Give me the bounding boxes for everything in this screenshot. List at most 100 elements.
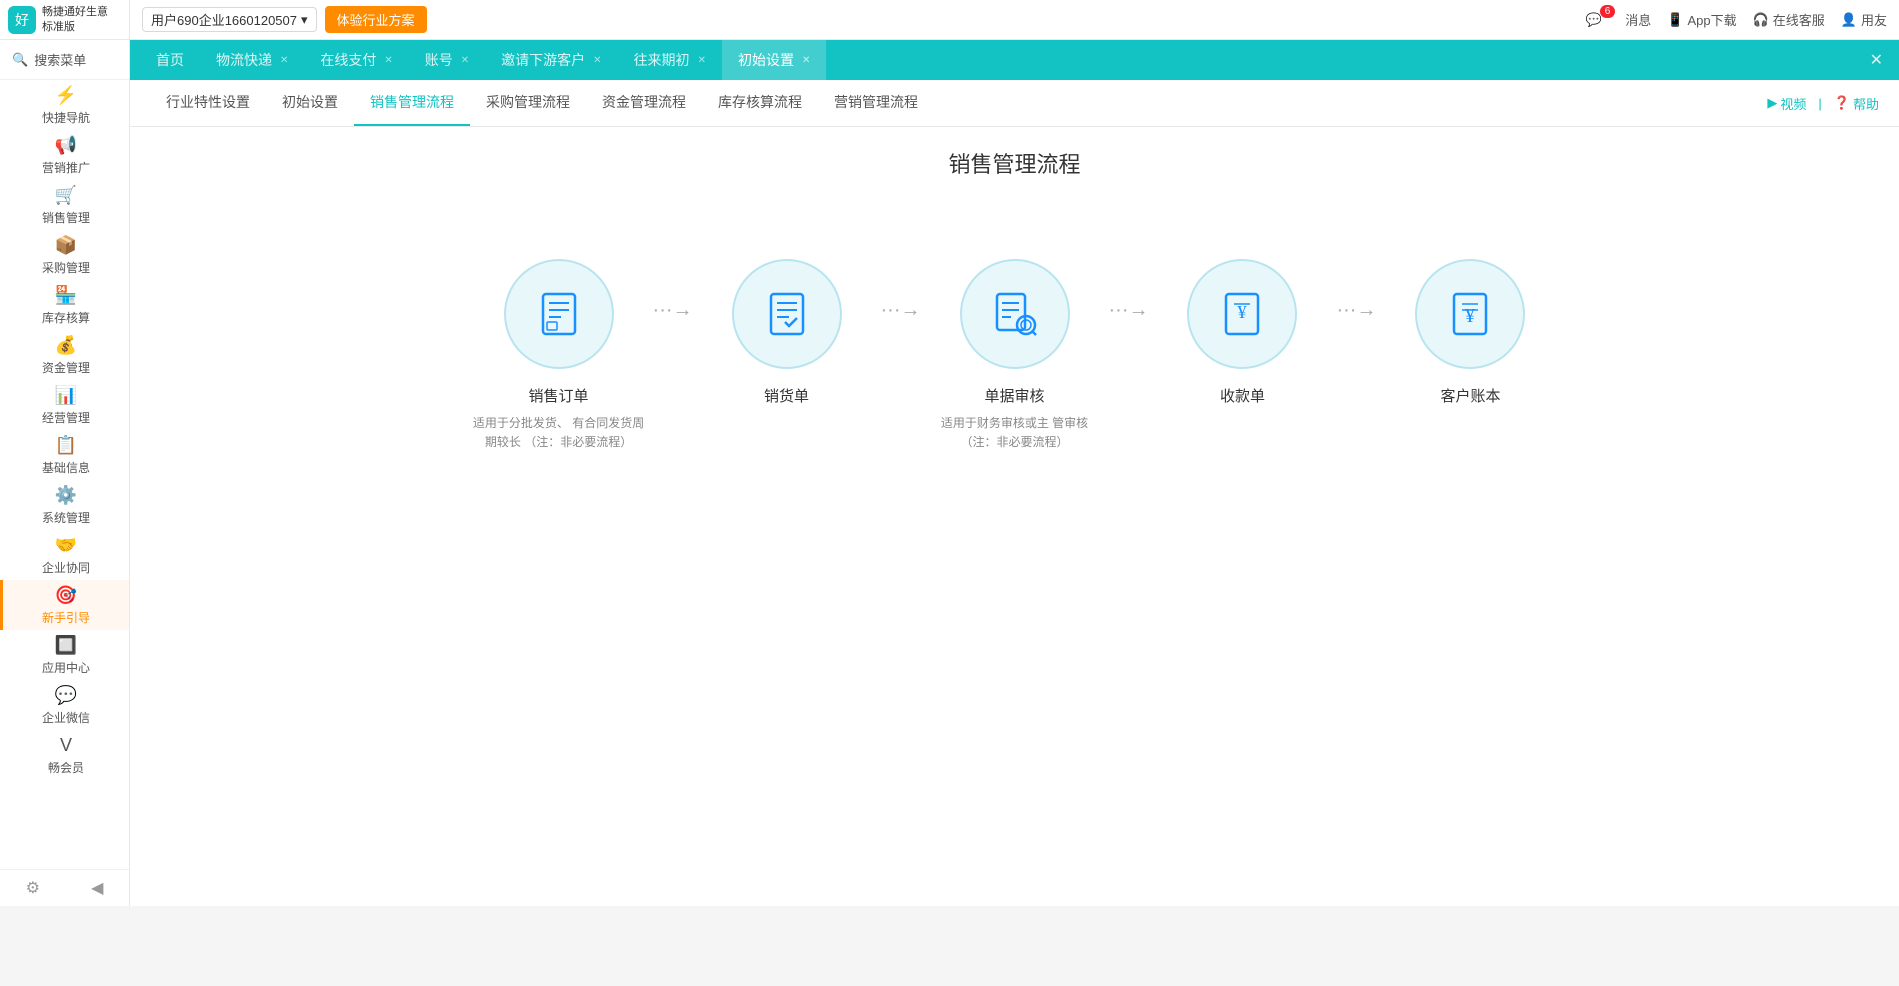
main-content: 行业特性设置初始设置销售管理流程采购管理流程资金管理流程库存核算流程营销管理流程…	[130, 80, 1899, 906]
nav-tab-0[interactable]: 首页	[140, 40, 200, 80]
sub-tab-2[interactable]: 销售管理流程	[354, 80, 470, 126]
settings-icon[interactable]: ⚙	[26, 878, 40, 898]
flow-label-receipt: 收款单	[1220, 385, 1265, 406]
sub-tab-3[interactable]: 采购管理流程	[470, 80, 586, 126]
sub-tab-6[interactable]: 营销管理流程	[818, 80, 934, 126]
sidebar-item-营销推广[interactable]: 📢 营销推广	[0, 130, 129, 180]
sidebar-label-1: 营销推广	[42, 159, 90, 176]
flow-arrow-2: ···→	[1109, 259, 1149, 322]
flow-step-account: ¥ 客户账本	[1380, 259, 1560, 414]
nav-tabs: 首页物流快递✕在线支付✕账号✕邀请下游客户✕往来期初✕初始设置✕✕	[0, 40, 1899, 80]
nav-tab-label-3: 账号	[425, 50, 453, 70]
trial-button[interactable]: 体验行业方案	[325, 6, 427, 33]
page-title: 销售管理流程	[150, 147, 1879, 179]
sidebar-icon-2: 🛒	[55, 185, 77, 206]
sidebar-item-经营管理[interactable]: 📊 经营管理	[0, 380, 129, 430]
nav-tab-4[interactable]: 邀请下游客户✕	[485, 40, 617, 80]
app-download-item[interactable]: 📱 App下载	[1667, 10, 1736, 29]
sidebar-item-采购管理[interactable]: 📦采购管理	[0, 230, 129, 280]
flow-diagram: 销售订单适用于分批发货、 有合同发货周期较长 （注：非必要流程）···→ 销货单…	[150, 239, 1879, 472]
online-service-item[interactable]: 🎧 在线客服	[1753, 10, 1825, 29]
sidebar-label-10: 新手引导	[42, 609, 90, 626]
sidebar-icon-9: 🤝	[55, 535, 77, 556]
chevron-down-icon: ▾	[301, 12, 308, 28]
flow-circle-sales-invoice[interactable]	[732, 259, 842, 369]
svg-text:¥: ¥	[1465, 305, 1475, 327]
sub-tabs-right: ▶ 视频 | ❓ 帮助	[1767, 94, 1879, 113]
user-avatar-item[interactable]: 👤 用友	[1841, 10, 1887, 29]
top-bar-left: 用户690企业1660120507 ▾ 体验行业方案	[142, 6, 427, 33]
sidebar-icon-6: 📊	[55, 385, 77, 406]
flow-circle-account[interactable]: ¥	[1415, 259, 1525, 369]
nav-tab-label-6: 初始设置	[738, 50, 794, 70]
flow-circle-approval[interactable]	[960, 259, 1070, 369]
sidebar-icon-4: 🏪	[55, 285, 77, 306]
sidebar-label-6: 经营管理	[42, 409, 90, 426]
sidebar-item-新手引导[interactable]: 🎯新手引导	[0, 580, 129, 630]
nav-tab-3[interactable]: 账号 ✕	[409, 40, 485, 80]
sidebar-item-快捷导航[interactable]: ⚡ 快捷导航	[0, 80, 129, 130]
sidebar-label-4: 库存核算	[42, 309, 90, 326]
nav-tab-2[interactable]: 在线支付 ✕	[304, 40, 408, 80]
sidebar-item-基础信息[interactable]: 📋 基础信息	[0, 430, 129, 480]
nav-tab-1[interactable]: 物流快递✕	[200, 40, 304, 80]
sub-tab-1[interactable]: 初始设置	[266, 80, 354, 126]
flow-desc-approval: 适用于财务审核或主 管审核 （注：非必要流程）	[925, 414, 1105, 452]
sidebar-icon-13: V	[60, 735, 72, 756]
flow-desc-sales-order: 适用于分批发货、 有合同发货周期较长 （注：非必要流程）	[469, 414, 649, 452]
download-icon: 📱	[1667, 12, 1683, 28]
flow-arrow-0: ···→	[653, 259, 693, 322]
collapse-icon[interactable]: ◀	[91, 878, 103, 898]
sidebar-label-0: 快捷导航	[42, 109, 90, 126]
sub-tab-4[interactable]: 资金管理流程	[586, 80, 702, 126]
avatar: 👤	[1841, 12, 1857, 28]
message-count-badge: 6	[1600, 5, 1616, 18]
sidebar-item-企业微信[interactable]: 💬 企业微信	[0, 680, 129, 730]
sub-tab-0[interactable]: 行业特性设置	[150, 80, 266, 126]
user-select[interactable]: 用户690企业1660120507 ▾	[142, 7, 317, 32]
sidebar-item-系统管理[interactable]: ⚙️系统管理	[0, 480, 129, 530]
sidebar-item-企业协同[interactable]: 🤝企业协同	[0, 530, 129, 580]
flow-arrow-3: ···→	[1336, 259, 1376, 322]
nav-tab-close-5[interactable]: ✕	[698, 55, 706, 66]
sidebar-item-销售管理[interactable]: 🛒销售管理	[0, 180, 129, 230]
sidebar-icon-1: 📢	[55, 135, 77, 156]
sidebar-item-资金管理[interactable]: 💰资金管理	[0, 330, 129, 380]
question-icon: ❓	[1834, 95, 1850, 111]
sidebar-label-7: 基础信息	[42, 459, 90, 476]
sidebar-icon-12: 💬	[55, 685, 77, 706]
nav-tab-5[interactable]: 往来期初 ✕	[618, 40, 722, 80]
nav-tab-label-2: 在线支付	[320, 50, 376, 70]
sidebar: 好 畅捷通好生意 标准版 🔍 搜索菜单 ⚡快捷导航📢营销推广🛒销售管理📦采购管理…	[0, 0, 130, 906]
nav-tab-6[interactable]: 初始设置 ✕	[722, 40, 826, 80]
flow-circle-sales-order[interactable]	[504, 259, 614, 369]
flow-circle-receipt[interactable]: ¥	[1187, 259, 1297, 369]
sidebar-icon-3: 📦	[55, 235, 77, 256]
nav-tab-close-2[interactable]: ✕	[384, 55, 392, 66]
play-icon: ▶	[1767, 95, 1777, 111]
sidebar-item-库存核算[interactable]: 🏪 库存核算	[0, 280, 129, 330]
nav-tab-label-5: 往来期初	[634, 50, 690, 70]
search-menu[interactable]: 🔍 搜索菜单	[0, 40, 129, 80]
sidebar-icon-8: ⚙️	[55, 485, 77, 506]
headset-icon: 🎧	[1753, 12, 1769, 28]
sub-tab-5[interactable]: 库存核算流程	[702, 80, 818, 126]
sidebar-icon-7: 📋	[55, 435, 77, 456]
sidebar-label-11: 应用中心	[42, 659, 90, 676]
top-bar: 用户690企业1660120507 ▾ 体验行业方案 💬 6 消息 📱 App下…	[130, 0, 1899, 40]
help-btn[interactable]: ❓ 帮助	[1834, 94, 1879, 113]
nav-tab-close-1[interactable]: ✕	[280, 55, 288, 66]
sidebar-item-畅会员[interactable]: V畅会员	[0, 730, 129, 780]
nav-tab-close-4[interactable]: ✕	[593, 55, 601, 66]
close-all-tabs[interactable]: ✕	[1854, 50, 1899, 70]
flow-label-account: 客户账本	[1440, 385, 1500, 406]
nav-tab-close-3[interactable]: ✕	[461, 55, 469, 66]
sidebar-icon-0: ⚡	[55, 85, 77, 106]
sidebar-item-应用中心[interactable]: 🔲应用中心	[0, 630, 129, 680]
sidebar-label-12: 企业微信	[42, 709, 90, 726]
flow-step-sales-order: 销售订单适用于分批发货、 有合同发货周期较长 （注：非必要流程）	[469, 259, 649, 452]
sidebar-items: ⚡ 快捷导航 📢 营销推广 🛒销售管理📦采购管理 🏪 库存核算 💰资金管理 📊 经营管理 📋 基础信息…	[0, 80, 129, 869]
message-item[interactable]: 💬 6 消息	[1586, 10, 1652, 29]
video-help-btn[interactable]: ▶ 视频	[1767, 94, 1806, 113]
nav-tab-close-6[interactable]: ✕	[802, 55, 810, 66]
